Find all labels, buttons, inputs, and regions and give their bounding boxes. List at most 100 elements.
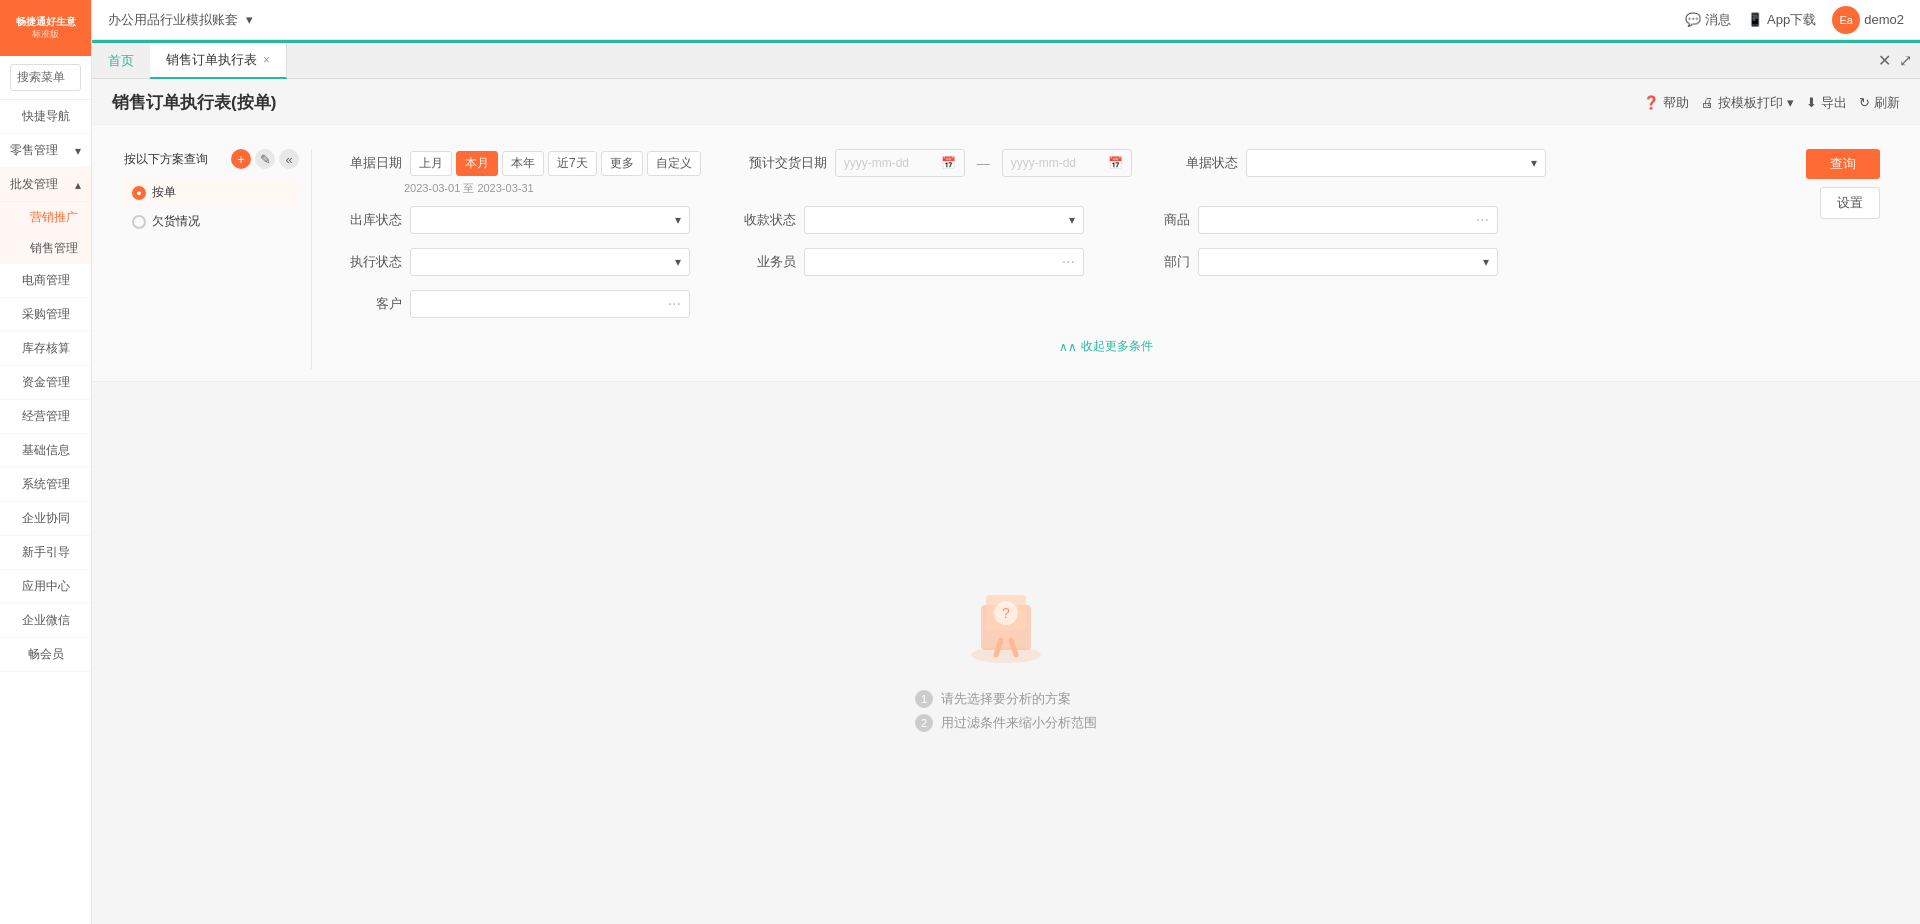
message-icon: 💬 [1685, 12, 1701, 27]
filter-item-date: 单据日期 上月 本月 本年 近7天 更多 自定义 [332, 151, 701, 176]
scheme-item-shortage[interactable]: 欠货情况 [124, 208, 299, 235]
expand-window-btn[interactable]: ⤢ [1899, 51, 1912, 70]
cal-icon-end: 📅 [1108, 156, 1123, 170]
sidebar-sub-marketing[interactable]: 营销推广 [0, 202, 91, 233]
goods-input[interactable]: ··· [1198, 206, 1498, 234]
sidebar-item-operations[interactable]: 经营管理 [0, 400, 91, 434]
filter-item-predict-date: 预计交货日期 yyyy-mm-dd 📅 — yyyy-mm-dd 📅 [737, 149, 1132, 177]
refresh-btn[interactable]: ↻ 刷新 [1859, 94, 1900, 112]
help-label: 帮助 [1663, 94, 1689, 112]
empty-step-1: 1 请先选择要分析的方案 [915, 690, 1097, 708]
industry-name: 办公用品行业模拟账套 [108, 11, 238, 29]
scheme-item-order[interactable]: ● 按单 [124, 179, 299, 206]
print-btn[interactable]: 🖨 按模板打印 ▾ [1701, 94, 1794, 112]
delivery-label: 出库状态 [332, 211, 402, 229]
scheme-edit-btn[interactable]: ✎ [255, 149, 275, 169]
date-btn-lastmonth[interactable]: 上月 [410, 151, 452, 176]
date-btn-7days[interactable]: 近7天 [548, 151, 597, 176]
collapse-section: ∧∧ 收起更多条件 [332, 332, 1880, 369]
app-logo: 畅捷通好生意 标准版 [0, 0, 91, 56]
collection-chevron: ▾ [1069, 213, 1075, 227]
date-dash: — [977, 156, 990, 171]
query-btn[interactable]: 查询 [1806, 149, 1880, 179]
date-btn-custom[interactable]: 自定义 [647, 151, 701, 176]
sidebar-item-wholesale[interactable]: 批发管理 ▴ [0, 168, 91, 202]
sidebar-item-purchase[interactable]: 采购管理 [0, 298, 91, 332]
date-btn-more[interactable]: 更多 [601, 151, 643, 176]
execute-select[interactable]: ▾ [410, 248, 690, 276]
customer-more-icon: ··· [668, 295, 681, 313]
empty-svg: ? [956, 575, 1056, 675]
sidebar-item-wechat[interactable]: 企业微信 [0, 604, 91, 638]
industry-chevron[interactable]: ▾ [246, 12, 253, 27]
scheme-add-btn[interactable]: + [231, 149, 251, 169]
retail-arrow: ▾ [75, 144, 81, 158]
main-area: 办公用品行业模拟账套 ▾ 💬 消息 📱 App下载 Ea demo2 首页 [92, 0, 1920, 924]
page-header: 销售订单执行表(按单) ❓ 帮助 🖨 按模板打印 ▾ ⬇ 导出 ↻ 刷新 [92, 79, 1920, 125]
date-btn-thisyear[interactable]: 本年 [502, 151, 544, 176]
date-btn-thismonth[interactable]: 本月 [456, 151, 498, 176]
page-content: 销售订单执行表(按单) ❓ 帮助 🖨 按模板打印 ▾ ⬇ 导出 ↻ 刷新 [92, 79, 1920, 924]
collection-label: 收款状态 [726, 211, 796, 229]
sidebar-sub-sales[interactable]: 销售管理 [0, 233, 91, 264]
username: demo2 [1864, 12, 1904, 27]
user-profile[interactable]: Ea demo2 [1832, 6, 1904, 34]
predict-date-start[interactable]: yyyy-mm-dd 📅 [835, 149, 965, 177]
filter-actions: 查询 设置 [1806, 149, 1880, 332]
sidebar-item-enterprise[interactable]: 企业协同 [0, 502, 91, 536]
status-select[interactable]: ▾ [1246, 149, 1546, 177]
sidebar-item-newuser[interactable]: 新手引导 [0, 536, 91, 570]
sidebar-item-membership[interactable]: 畅会员 [0, 638, 91, 672]
salesman-input[interactable]: ··· [804, 248, 1084, 276]
message-label: 消息 [1705, 11, 1731, 29]
logo-sub: 标准版 [32, 28, 59, 41]
collection-select[interactable]: ▾ [804, 206, 1084, 234]
message-btn[interactable]: 💬 消息 [1685, 11, 1731, 29]
delivery-chevron: ▾ [675, 213, 681, 227]
predict-date-end-placeholder: yyyy-mm-dd [1011, 156, 1076, 170]
help-btn[interactable]: ❓ 帮助 [1643, 94, 1689, 112]
tab-home[interactable]: 首页 [92, 43, 150, 79]
sales-label: 销售管理 [30, 240, 78, 257]
empty-state: ? 1 请先选择要分析的方案 2 用过滤条件来缩小分析范围 [92, 382, 1920, 924]
scheme-collapse-btn[interactable]: « [279, 149, 299, 169]
predict-date-end[interactable]: yyyy-mm-dd 📅 [1002, 149, 1132, 177]
filter-item-goods: 商品 ··· [1120, 206, 1498, 234]
sidebar-item-appcenter[interactable]: 应用中心 [0, 570, 91, 604]
scheme-item-icon-order: ● [132, 186, 146, 200]
collapse-btn[interactable]: ∧∧ 收起更多条件 [332, 332, 1880, 361]
empty-step-2: 2 用过滤条件来缩小分析范围 [915, 714, 1097, 732]
search-menu-button[interactable]: 搜索菜单 [10, 64, 81, 91]
filter-item-salesman: 业务员 ··· [726, 248, 1084, 276]
topbar: 办公用品行业模拟账套 ▾ 💬 消息 📱 App下载 Ea demo2 [92, 0, 1920, 40]
sidebar-item-ecommerce[interactable]: 电商管理 [0, 264, 91, 298]
close-window-btn[interactable]: ✕ [1878, 51, 1891, 70]
delivery-select[interactable]: ▾ [410, 206, 690, 234]
sidebar-item-finance[interactable]: 资金管理 [0, 366, 91, 400]
filter-main: 单据日期 上月 本月 本年 近7天 更多 自定义 [332, 149, 1880, 332]
department-select[interactable]: ▾ [1198, 248, 1498, 276]
sidebar-item-retail[interactable]: 零售管理 ▾ [0, 134, 91, 168]
filter-item-execute: 执行状态 ▾ [332, 248, 690, 276]
scheme-header: 按以下方案查询 + ✎ « [124, 149, 299, 169]
status-chevron: ▾ [1531, 156, 1537, 170]
refresh-label: 刷新 [1874, 94, 1900, 112]
customer-input[interactable]: ··· [410, 290, 690, 318]
export-btn[interactable]: ⬇ 导出 [1806, 94, 1847, 112]
settings-btn[interactable]: 设置 [1820, 187, 1880, 219]
scheme-item-label-shortage: 欠货情况 [152, 213, 200, 230]
scheme-item-icon-shortage [132, 215, 146, 229]
department-label: 部门 [1120, 253, 1190, 271]
logo-text: 畅捷通好生意 [16, 15, 76, 28]
tab-sales-order[interactable]: 销售订单执行表 × [150, 43, 287, 79]
app-download-btn[interactable]: 📱 App下载 [1747, 11, 1816, 29]
sidebar-item-system[interactable]: 系统管理 [0, 468, 91, 502]
tab-close-icon[interactable]: × [263, 53, 270, 67]
predict-date-label: 预计交货日期 [737, 154, 827, 172]
export-icon: ⬇ [1806, 95, 1817, 110]
filter-row-3: 执行状态 ▾ 业务员 ··· [332, 248, 1806, 276]
sidebar-item-basic[interactable]: 基础信息 [0, 434, 91, 468]
sidebar-item-quicknav[interactable]: 快捷导航 [0, 100, 91, 134]
sidebar-item-inventory[interactable]: 库存核算 [0, 332, 91, 366]
scheme-item-label-order: 按单 [152, 184, 176, 201]
